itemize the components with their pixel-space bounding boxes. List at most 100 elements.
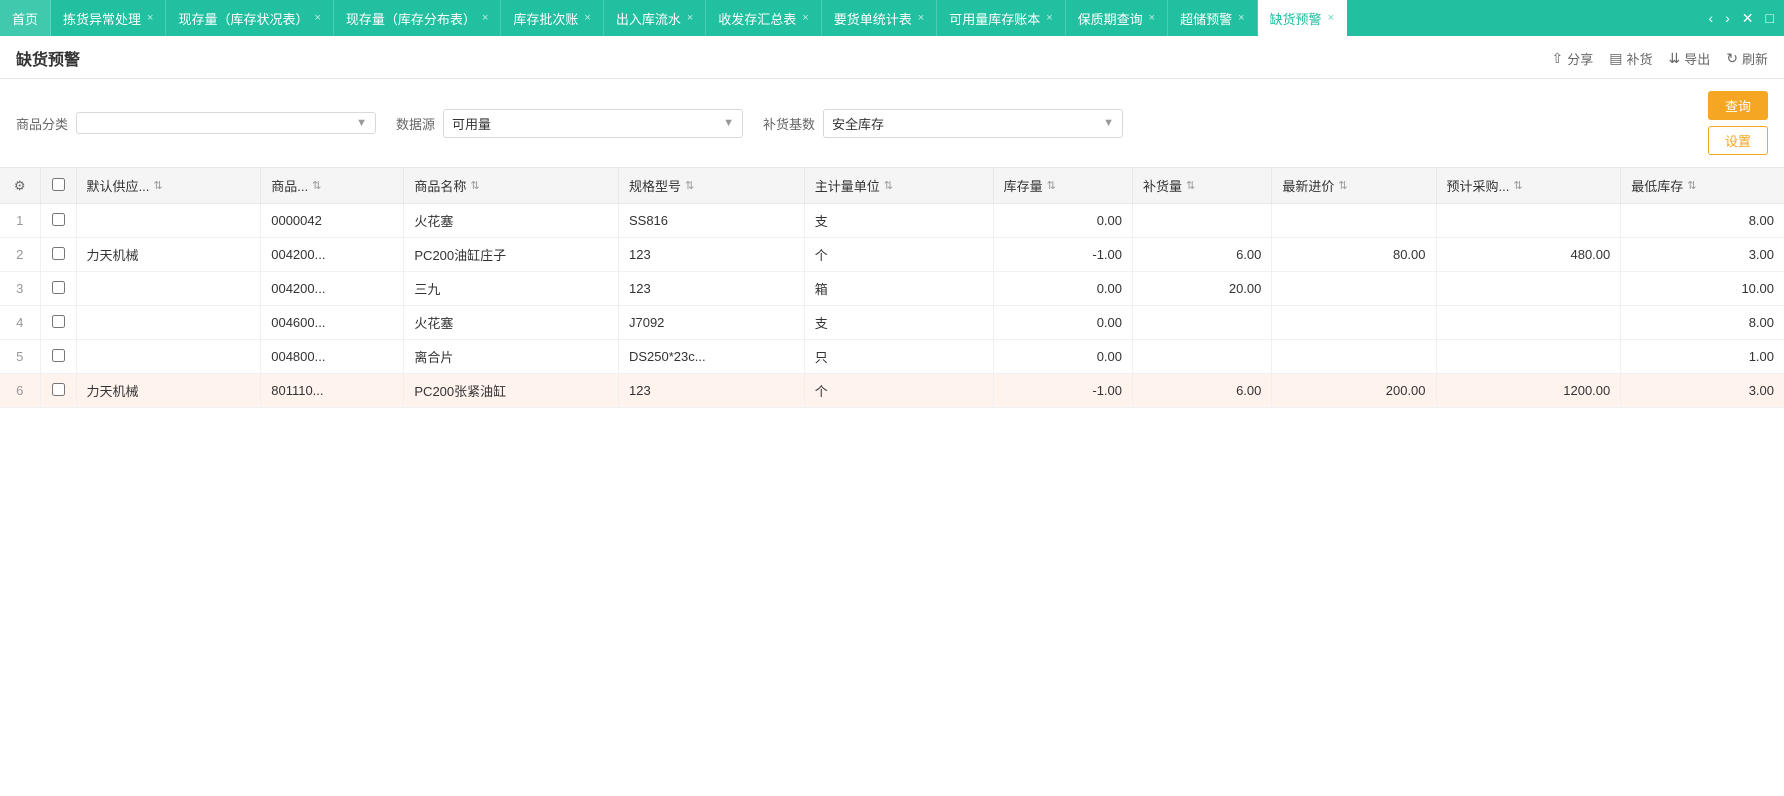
tab-shortage[interactable]: 缺货预警 × (1258, 0, 1347, 36)
datasource-select-value: 可用量 (452, 114, 491, 133)
cell-product-code: 0000042 (261, 204, 404, 238)
tab-scroll-left[interactable]: ‹ (1702, 8, 1719, 28)
tab-close-demand-stat[interactable]: × (918, 12, 924, 24)
tab-close-abnormal[interactable]: × (147, 12, 153, 24)
sort-icon-name: ⇅ (470, 179, 479, 192)
table-row: 6 力天机械 801110... PC200张紧油缸 123 个 -1.00 6… (0, 374, 1784, 408)
datasource-select[interactable]: 可用量 ▼ (443, 109, 743, 138)
cell-product-code: 004200... (261, 238, 404, 272)
tab-abnormal[interactable]: 拣货异常处理 × (51, 0, 166, 36)
tab-expiry-query[interactable]: 保质期查询 × (1066, 0, 1168, 36)
tab-close-inventory-status[interactable]: × (314, 12, 320, 24)
cell-unit: 个 (804, 238, 993, 272)
row-checkbox-5[interactable] (52, 383, 65, 396)
tab-avail-ledger[interactable]: 可用量库存账本 × (937, 0, 1065, 36)
cell-est-purchase (1436, 306, 1621, 340)
share-button[interactable]: ⇧ 分享 (1552, 49, 1594, 68)
cell-supplier (76, 272, 261, 306)
th-default-supplier: 默认供应... ⇅ (76, 168, 261, 204)
sort-icon-price: ⇅ (1338, 179, 1347, 192)
export-button[interactable]: ⇊ 导出 (1669, 49, 1711, 68)
category-select[interactable]: ▼ (76, 112, 376, 134)
tab-close-current[interactable]: ✕ (1736, 8, 1760, 29)
cell-min-stock: 3.00 (1621, 374, 1784, 408)
row-checkbox-2[interactable] (52, 281, 65, 294)
select-all-checkbox[interactable] (52, 178, 65, 191)
tab-bar: 首页 拣货异常处理 × 现存量（库存状况表） × 现存量（库存分布表） × 库存… (0, 0, 1784, 36)
tab-inventory-dist[interactable]: 现存量（库存分布表） × (334, 0, 501, 36)
cell-product-name: PC200油缸庄子 (404, 238, 619, 272)
cell-min-stock: 3.00 (1621, 238, 1784, 272)
tab-demand-stat[interactable]: 要货单统计表 × (822, 0, 937, 36)
th-gear: ⚙ (0, 168, 40, 204)
cell-unit: 支 (804, 204, 993, 238)
filter-group-category: 商品分类 ▼ (16, 112, 376, 134)
filter-group-datasource: 数据源 可用量 ▼ (396, 109, 743, 138)
cell-product-name: 离合片 (404, 340, 619, 374)
tab-maximize[interactable]: □ (1760, 8, 1780, 28)
cell-spec: 123 (618, 272, 804, 306)
refresh-button[interactable]: ↻ 刷新 (1726, 49, 1768, 68)
replenish-icon: ▤ (1609, 50, 1622, 67)
refresh-icon: ↻ (1726, 50, 1738, 67)
cell-spec: 123 (618, 238, 804, 272)
replenish-button[interactable]: ▤ 补货 (1609, 49, 1652, 68)
tab-close-inventory-dist[interactable]: × (482, 12, 488, 24)
tab-close-avail-ledger[interactable]: × (1046, 12, 1052, 24)
row-checkbox-0[interactable] (52, 213, 65, 226)
tab-close-shortage[interactable]: × (1328, 12, 1334, 24)
tab-inventory-status[interactable]: 现存量（库存状况表） × (166, 0, 333, 36)
cell-replenish-qty: 20.00 (1133, 272, 1272, 306)
replenish-basis-select[interactable]: 安全库存 ▼ (823, 109, 1123, 138)
cell-index: 6 (0, 374, 40, 408)
tab-close-inout-flow[interactable]: × (687, 12, 693, 24)
cell-min-stock: 1.00 (1621, 340, 1784, 374)
cell-stock: 0.00 (993, 306, 1132, 340)
query-button[interactable]: 查询 (1708, 91, 1768, 120)
cell-stock: -1.00 (993, 238, 1132, 272)
row-checkbox-3[interactable] (52, 315, 65, 328)
category-chevron-icon: ▼ (356, 117, 367, 129)
tab-batch-account[interactable]: 库存批次账 × (501, 0, 603, 36)
th-product-code: 商品... ⇅ (261, 168, 404, 204)
gear-icon[interactable]: ⚙ (14, 178, 26, 193)
filter-actions: 查询 设置 (1708, 91, 1768, 155)
sort-icon-spec: ⇅ (685, 179, 694, 192)
main-content: 缺货预警 ⇧ 分享 ▤ 补货 ⇊ 导出 ↻ 刷新 商品分类 (0, 36, 1784, 796)
tab-overstock[interactable]: 超储预警 × (1168, 0, 1257, 36)
settings-button[interactable]: 设置 (1708, 126, 1768, 155)
tab-close-expiry-query[interactable]: × (1149, 12, 1155, 24)
cell-checkbox (40, 306, 76, 340)
cell-replenish-qty (1133, 306, 1272, 340)
tab-close-recv-summary[interactable]: × (802, 12, 808, 24)
table-row: 4 004600... 火花塞 J7092 支 0.00 8.00 (0, 306, 1784, 340)
tab-close-batch-account[interactable]: × (584, 12, 590, 24)
cell-product-code: 004600... (261, 306, 404, 340)
tab-scroll-right[interactable]: › (1719, 8, 1736, 28)
datasource-chevron-icon: ▼ (723, 117, 734, 129)
cell-product-name: 三九 (404, 272, 619, 306)
cell-checkbox (40, 272, 76, 306)
cell-spec: SS816 (618, 204, 804, 238)
cell-latest-price (1272, 306, 1436, 340)
cell-replenish-qty (1133, 340, 1272, 374)
tab-recv-summary[interactable]: 收发存汇总表 × (706, 0, 821, 36)
table-row: 3 004200... 三九 123 箱 0.00 20.00 10.00 (0, 272, 1784, 306)
th-replenish-qty: 补货量 ⇅ (1133, 168, 1272, 204)
cell-latest-price (1272, 204, 1436, 238)
row-checkbox-4[interactable] (52, 349, 65, 362)
tab-home[interactable]: 首页 (0, 0, 51, 36)
cell-index: 5 (0, 340, 40, 374)
cell-min-stock: 8.00 (1621, 204, 1784, 238)
table-header-row: ⚙ 默认供应... ⇅ 商品... ⇅ (0, 168, 1784, 204)
row-checkbox-1[interactable] (52, 247, 65, 260)
replenish-basis-value: 安全库存 (832, 114, 884, 133)
cell-index: 1 (0, 204, 40, 238)
tab-nav-controls: ‹ › ✕ □ (1698, 8, 1784, 29)
cell-est-purchase: 1200.00 (1436, 374, 1621, 408)
tab-inout-flow[interactable]: 出入库流水 × (604, 0, 706, 36)
tab-close-overstock[interactable]: × (1238, 12, 1244, 24)
replenish-basis-label: 补货基数 (763, 114, 815, 133)
sort-icon-supplier: ⇅ (153, 179, 162, 192)
cell-stock: 0.00 (993, 272, 1132, 306)
